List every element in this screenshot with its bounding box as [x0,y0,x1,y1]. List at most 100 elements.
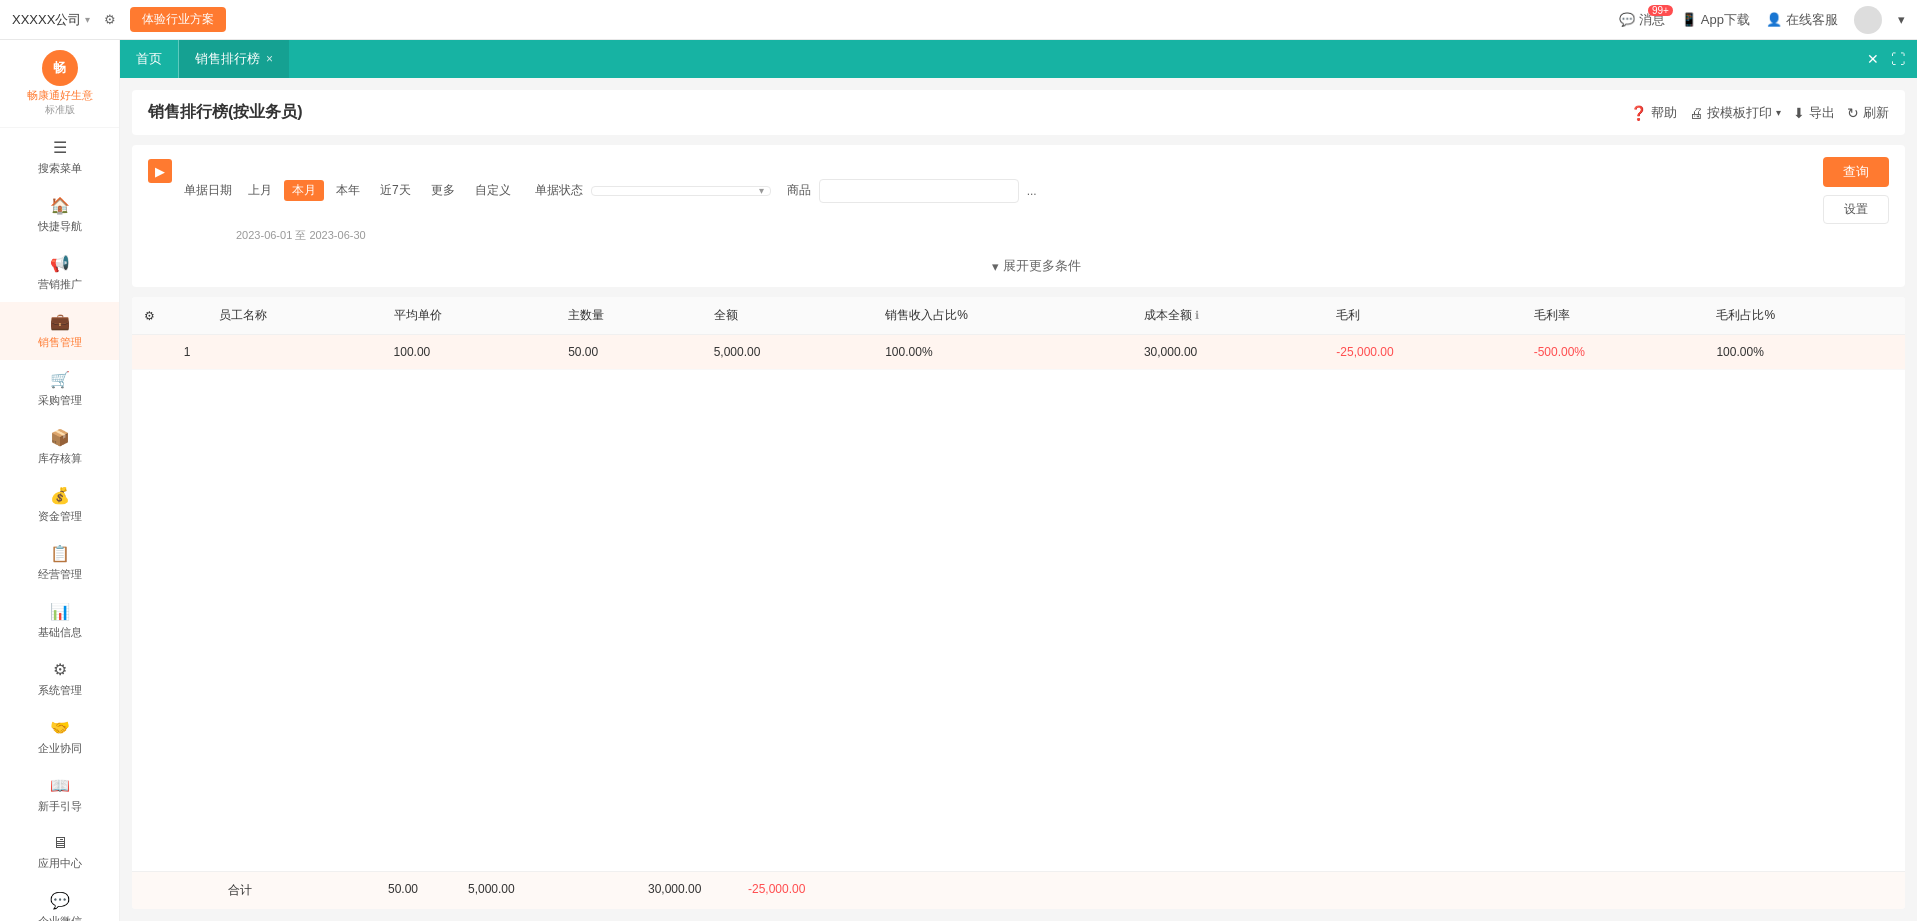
settings-button[interactable]: 设置 [1823,195,1889,224]
tab-sales-ranking[interactable]: 销售排行榜 × [179,40,289,78]
window-close-icon[interactable]: ✕ [1867,51,1879,67]
avatar[interactable] [1854,6,1882,34]
sidebar-item-basic-info[interactable]: 📊 基础信息 [0,592,119,650]
system-icon: ⚙ [53,660,67,679]
row-settings [132,335,167,370]
sidebar-item-guide[interactable]: 📖 新手引导 [0,766,119,824]
company-selector[interactable]: XXXXX公司 ▾ [12,11,90,29]
sidebar-item-apps[interactable]: 🖥 应用中心 [0,824,119,881]
query-button[interactable]: 查询 [1823,157,1889,187]
date-tab-prev-month[interactable]: 上月 [240,180,280,201]
sidebar-item-wechat[interactable]: 💬 企业微信 [0,881,119,921]
inventory-icon: 📦 [50,428,70,447]
col-rank [167,297,207,335]
chevron-down-icon: ▾ [759,185,764,196]
export-button[interactable]: ⬇ 导出 [1793,104,1835,122]
goods-filter-group: 商品 ... [787,179,1037,203]
expand-label: 展开更多条件 [1003,257,1081,275]
sidebar-item-enterprise[interactable]: 🤝 企业协同 [0,708,119,766]
goods-input[interactable] [819,179,1019,203]
sidebar-item-sales[interactable]: 💼 销售管理 [0,302,119,360]
online-service-button[interactable]: 👤 在线客服 [1766,11,1838,29]
row-name [207,335,382,370]
sidebar-item-label: 系统管理 [38,683,82,698]
sidebar-item-finance[interactable]: 💰 资金管理 [0,476,119,534]
page-title: 销售排行榜(按业务员) [148,102,303,123]
col-gross-rate: 毛利率 [1522,297,1705,335]
date-tab-more[interactable]: 更多 [423,180,463,201]
sidebar-item-nav[interactable]: 🏠 快捷导航 [0,186,119,244]
logo-icon: 畅 [42,50,78,86]
settings-icon[interactable]: ⚙ [98,8,122,32]
sidebar: 畅 畅康通好生意 标准版 ☰ 搜索菜单 🏠 快捷导航 📢 营销推广 💼 销售管理… [0,40,120,921]
trial-button[interactable]: 体验行业方案 [130,7,226,32]
page-header: 销售排行榜(按业务员) ❓ 帮助 🖨 按模板打印 ▾ ⬇ 导出 [132,90,1905,135]
app-download-button[interactable]: 📱 App下载 [1681,11,1750,29]
sidebar-item-marketing[interactable]: 📢 营销推广 [0,244,119,302]
operations-icon: 📋 [50,544,70,563]
expand-more-button[interactable]: ▾ 展开更多条件 [992,257,1081,275]
status-filter-group: 单据状态 ▾ [535,182,771,199]
row-gross-rate: -500.00% [1522,335,1705,370]
footer-main-qty: 50.00 [376,882,456,899]
sidebar-item-label: 营销推广 [38,277,82,292]
help-label: 帮助 [1651,104,1677,122]
user-name[interactable]: ▾ [1898,12,1905,27]
guide-icon: 📖 [50,776,70,795]
sidebar-item-label: 应用中心 [38,856,82,871]
table-header-row: ⚙ 员工名称 平均单价 主数量 全额 销售收入占比% 成本全额 ℹ 毛利 毛利率 [132,297,1905,335]
finance-icon: 💰 [50,486,70,505]
tab-close-icon[interactable]: × [266,52,273,66]
filter-area: ▶ 单据日期 上月 本月 本年 近7天 [132,145,1905,287]
filter-toggle-button[interactable]: ▶ [148,159,172,183]
logo-text: 畅康通好生意 [27,88,93,103]
row-amount: 5,000.00 [702,335,874,370]
sidebar-item-label: 企业微信 [38,914,82,921]
filter-row: 单据日期 上月 本月 本年 近7天 更多 自定义 [184,157,1889,224]
more-filter-icon[interactable]: ... [1027,184,1037,198]
status-filter-label: 单据状态 [535,182,583,199]
page-content: 销售排行榜(按业务员) ❓ 帮助 🖨 按模板打印 ▾ ⬇ 导出 [120,78,1917,921]
date-tab-custom[interactable]: 自定义 [467,180,519,201]
footer-avg-price [296,882,376,899]
apps-icon: 🖥 [52,834,68,852]
col-name: 员工名称 [207,297,382,335]
sidebar-item-inventory[interactable]: 📦 库存核算 [0,418,119,476]
row-rank: 1 [167,335,207,370]
date-tab-7days[interactable]: 近7天 [372,180,419,201]
col-settings[interactable]: ⚙ [132,297,167,335]
top-bar: XXXXX公司 ▾ ⚙ 体验行业方案 💬 消息 99+ 📱 App下载 👤 在线… [0,0,1917,40]
basic-info-icon: 📊 [50,602,70,621]
col-sales-pct: 销售收入占比% [873,297,1132,335]
data-table: ⚙ 员工名称 平均单价 主数量 全额 销售收入占比% 成本全额 ℹ 毛利 毛利率 [132,297,1905,370]
goods-filter-label: 商品 [787,182,811,199]
date-tab-current-month[interactable]: 本月 [284,180,324,201]
col-main-qty: 主数量 [556,297,702,335]
sidebar-item-operations[interactable]: 📋 经营管理 [0,534,119,592]
date-tab-current-year[interactable]: 本年 [328,180,368,201]
col-gross-pct: 毛利占比% [1704,297,1905,335]
status-select[interactable]: ▾ [591,186,771,196]
print-chevron-icon: ▾ [1776,107,1781,118]
sidebar-item-label: 库存核算 [38,451,82,466]
window-maximize-icon[interactable]: ⛶ [1891,51,1905,67]
tab-label: 销售排行榜 [195,50,260,68]
row-sales-pct: 100.00% [873,335,1132,370]
sidebar-item-purchase[interactable]: 🛒 采购管理 [0,360,119,418]
help-button[interactable]: ❓ 帮助 [1630,104,1677,122]
refresh-button[interactable]: ↻ 刷新 [1847,104,1889,122]
print-label: 按模板打印 [1707,104,1772,122]
footer-label: 合计 [216,882,296,899]
tab-home[interactable]: 首页 [120,40,179,78]
row-avg-price: 100.00 [382,335,557,370]
sidebar-item-system[interactable]: ⚙ 系统管理 [0,650,119,708]
print-button[interactable]: 🖨 按模板打印 ▾ [1689,104,1781,122]
download-icon: 📱 [1681,12,1697,27]
message-button[interactable]: 💬 消息 99+ [1619,11,1665,29]
sales-icon: 💼 [50,312,70,331]
logo-sub: 标准版 [45,103,75,117]
message-badge: 99+ [1648,5,1673,16]
sidebar-item-search[interactable]: ☰ 搜索菜单 [0,128,119,186]
status-select-wrapper: ▾ [591,186,771,196]
footer-amount: 5,000.00 [456,882,536,899]
